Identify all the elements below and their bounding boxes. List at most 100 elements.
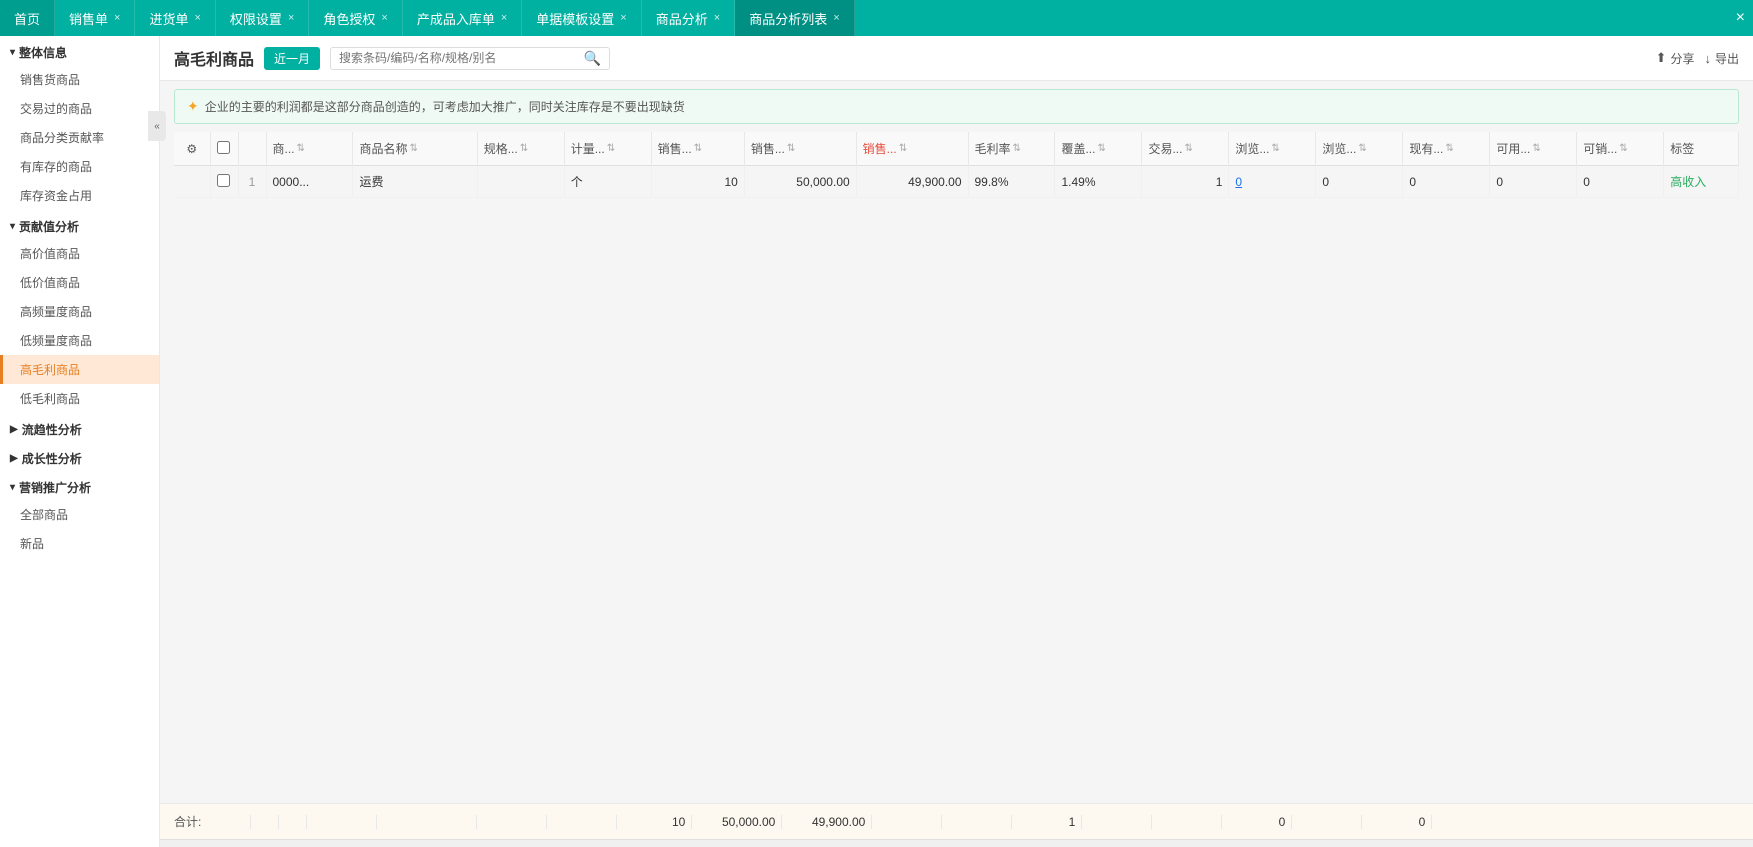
close-all-tabs[interactable]: × xyxy=(1736,9,1745,27)
nav-permission-settings[interactable]: 权限设置 × xyxy=(216,0,309,36)
sort-icon-sales-amount: ⇅ xyxy=(787,143,795,154)
sidebar-item-all-goods[interactable]: 全部商品 xyxy=(0,500,159,529)
browse2-header[interactable]: 浏览... ⇅ xyxy=(1316,132,1403,166)
unit-header[interactable]: 计量... ⇅ xyxy=(564,132,651,166)
export-button[interactable]: ↓ 导出 xyxy=(1704,50,1739,67)
sidebar-collapse-button[interactable]: « xyxy=(148,111,166,141)
sidebar-item-contribution-rate[interactable]: 商品分类贡献率 xyxy=(0,123,159,152)
info-banner-text: 企业的主要的利润都是这部分商品创造的，可考虑加大推广，同时关注库存是不要出现缺货 xyxy=(205,98,685,115)
cell-spec xyxy=(477,166,564,198)
sidebar-group-financial-analysis[interactable]: ▾ 贡献值分析 xyxy=(0,210,159,239)
rownum-column xyxy=(238,132,266,166)
sidebar-item-high-value-goods[interactable]: 高价值商品 xyxy=(0,239,159,268)
footer-empty-5 xyxy=(377,815,477,829)
sidebar-group-marketing-analysis[interactable]: ▾ 营销推广分析 xyxy=(0,471,159,500)
goods-code-header[interactable]: 商... ⇅ xyxy=(266,132,353,166)
page-title: 高毛利商品 xyxy=(174,46,254,70)
browse1-header[interactable]: 浏览... ⇅ xyxy=(1229,132,1316,166)
table-row[interactable]: 1 0000... 运费 个 10 50,000.00 49,900.00 99… xyxy=(174,166,1739,198)
transactions-header[interactable]: 交易... ⇅ xyxy=(1142,132,1229,166)
footer-sales-cost: 49,900.00 xyxy=(782,815,872,829)
nav-role-permissions[interactable]: 角色授权 × xyxy=(309,0,402,36)
close-permission-settings[interactable]: × xyxy=(288,12,294,24)
sidebar-item-new-goods[interactable]: 新品 xyxy=(0,529,159,558)
cell-sales-cost: 49,900.00 xyxy=(856,166,968,198)
sidebar-item-high-margin-goods[interactable]: 高毛利商品 xyxy=(0,355,159,384)
table-container[interactable]: ⚙ 商... ⇅ 商品名称 xyxy=(160,132,1753,803)
top-navigation: 首页 销售单 × 进货单 × 权限设置 × 角色授权 × 产成品入库单 × 单据… xyxy=(0,0,1753,36)
share-icon: ⬆ xyxy=(1656,50,1667,66)
sidebar-group-growth-analysis[interactable]: ▶ 成长性分析 xyxy=(0,442,159,471)
table-header-row: ⚙ 商... ⇅ 商品名称 xyxy=(174,132,1739,166)
footer-empty-7 xyxy=(547,815,617,829)
close-sales-order[interactable]: × xyxy=(114,12,120,24)
info-banner: ✦ 企业的主要的利润都是这部分商品创造的，可考虑加大推广，同时关注库存是不要出现… xyxy=(174,89,1739,124)
row-num: 1 xyxy=(238,166,266,198)
sort-icon-coverage: ⇅ xyxy=(1097,143,1105,154)
sidebar-item-low-value-goods[interactable]: 低价值商品 xyxy=(0,268,159,297)
sidebar-item-high-freq-goods[interactable]: 高频量度商品 xyxy=(0,297,159,326)
horizontal-scrollbar[interactable] xyxy=(160,839,1753,847)
footer-empty-browse2 xyxy=(1152,815,1222,829)
nav-template-settings[interactable]: 单据模板设置 × xyxy=(522,0,641,36)
sales-amount-header[interactable]: 销售... ⇅ xyxy=(744,132,856,166)
header-actions: ⬆ 分享 ↓ 导出 xyxy=(1656,50,1739,67)
close-purchase-order[interactable]: × xyxy=(194,12,200,24)
sort-icon-available2: ⇅ xyxy=(1532,143,1540,154)
sidebar: ▾ 整体信息 销售货商品 交易过的商品 商品分类贡献率 有库存的商品 库存资金占… xyxy=(0,36,160,847)
sort-icon-transactions: ⇅ xyxy=(1184,143,1192,154)
close-role-permissions[interactable]: × xyxy=(381,12,387,24)
sidebar-item-sales-goods[interactable]: 销售货商品 xyxy=(0,65,159,94)
share-button[interactable]: ⬆ 分享 xyxy=(1656,50,1695,67)
sidebar-group-trend-analysis[interactable]: ▶ 流趋性分析 xyxy=(0,413,159,442)
arrow-trend: ▶ xyxy=(10,424,18,435)
nav-purchase-order[interactable]: 进货单 × xyxy=(135,0,215,36)
footer-empty-avail2 xyxy=(1292,815,1362,829)
sidebar-item-low-margin-goods[interactable]: 低毛利商品 xyxy=(0,384,159,413)
nav-product-analysis[interactable]: 商品分析 × xyxy=(642,0,735,36)
nav-product-entry[interactable]: 产成品入库单 × xyxy=(403,0,522,36)
footer-empty-3 xyxy=(279,815,307,829)
close-product-analysis[interactable]: × xyxy=(714,12,720,24)
sales-cost-header[interactable]: 销售... ⇅ xyxy=(856,132,968,166)
saleable-header[interactable]: 可销... ⇅ xyxy=(1577,132,1664,166)
close-product-entry[interactable]: × xyxy=(501,12,507,24)
cell-browse1[interactable]: 0 xyxy=(1229,166,1316,198)
available2-header[interactable]: 可用... ⇅ xyxy=(1490,132,1577,166)
goods-name-header[interactable]: 商品名称 ⇅ xyxy=(353,132,477,166)
content-area: 高毛利商品 近一月 🔍 ⬆ 分享 ↓ 导出 ✦ 企业的主要的利润都是这部分商品创… xyxy=(160,36,1753,847)
check-column[interactable] xyxy=(210,132,238,166)
gear-column[interactable]: ⚙ xyxy=(174,132,210,166)
footer-available1: 0 xyxy=(1222,815,1292,829)
sidebar-group-overview[interactable]: ▾ 整体信息 xyxy=(0,36,159,65)
close-template-settings[interactable]: × xyxy=(620,12,626,24)
footer-empty-4 xyxy=(307,815,377,829)
spec-header[interactable]: 规格... ⇅ xyxy=(477,132,564,166)
sort-icon-sales-qty: ⇅ xyxy=(694,143,702,154)
nav-sales-order[interactable]: 销售单 × xyxy=(55,0,135,36)
nav-product-analysis-list[interactable]: 商品分析列表 × xyxy=(735,0,854,36)
select-all-checkbox[interactable] xyxy=(217,141,230,154)
footer-cells: 10 50,000.00 49,900.00 1 0 0 xyxy=(221,815,1739,829)
sidebar-item-in-stock-goods[interactable]: 有库存的商品 xyxy=(0,152,159,181)
close-product-analysis-list[interactable]: × xyxy=(833,12,839,24)
search-input[interactable] xyxy=(339,51,584,65)
sort-icon-margin-rate: ⇅ xyxy=(1013,143,1021,154)
cell-coverage: 1.49% xyxy=(1055,166,1142,198)
available1-header[interactable]: 现有... ⇅ xyxy=(1403,132,1490,166)
search-icon[interactable]: 🔍 xyxy=(584,50,601,67)
coverage-header[interactable]: 覆盖... ⇅ xyxy=(1055,132,1142,166)
sort-icon-browse2: ⇅ xyxy=(1358,143,1366,154)
arrow-financial: ▾ xyxy=(10,221,15,232)
time-filter-button[interactable]: 近一月 xyxy=(264,47,320,70)
nav-home[interactable]: 首页 xyxy=(0,0,55,36)
sidebar-item-traded-goods[interactable]: 交易过的商品 xyxy=(0,94,159,123)
tip-icon: ✦ xyxy=(187,98,199,115)
cell-sales-qty: 10 xyxy=(651,166,744,198)
sidebar-item-low-freq-goods[interactable]: 低频量度商品 xyxy=(0,326,159,355)
cell-transactions: 1 xyxy=(1142,166,1229,198)
margin-rate-header[interactable]: 毛利率 ⇅ xyxy=(968,132,1055,166)
sales-qty-header[interactable]: 销售... ⇅ xyxy=(651,132,744,166)
row-checkbox[interactable] xyxy=(210,166,238,198)
sidebar-item-stock-funds[interactable]: 库存资金占用 xyxy=(0,181,159,210)
